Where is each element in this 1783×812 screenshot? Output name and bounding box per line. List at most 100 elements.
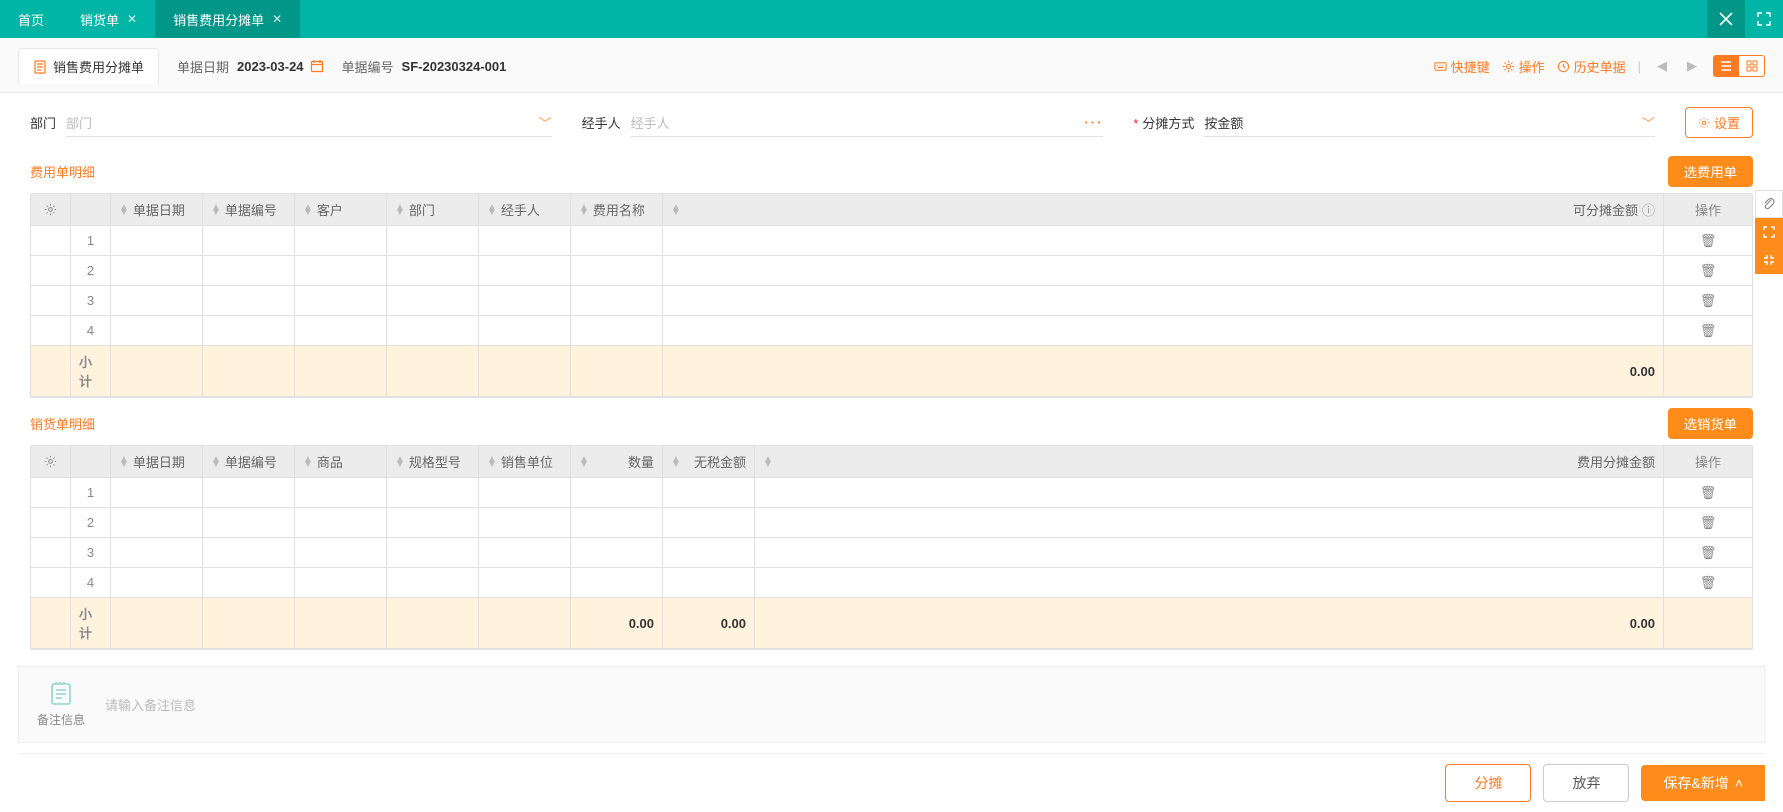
view-list-button[interactable] [1713,55,1739,77]
attachment-button[interactable] [1755,190,1783,218]
table-row[interactable]: 1🗑 [31,478,1752,508]
operations-label: 操作 [1519,57,1545,76]
tab-home-label: 首页 [18,10,44,29]
method-select[interactable]: 按金额 ﹀ [1204,109,1655,137]
date-value[interactable]: 2023-03-24 [237,59,304,74]
delete-icon[interactable]: 🗑 [1700,263,1717,279]
close-icon[interactable]: ✕ [127,12,137,26]
table-row[interactable]: 2🗑 [31,508,1752,538]
section-title: 费用单明细 [30,162,95,181]
config-header[interactable] [31,194,71,226]
col-handler[interactable]: ▲▼经手人 [479,194,571,226]
table-row[interactable]: 4🗑 [31,316,1752,346]
gear-icon [44,203,57,216]
calendar-icon[interactable] [310,59,324,73]
table-row[interactable]: 3🗑 [31,538,1752,568]
operations-button[interactable]: 操作 [1502,57,1545,76]
col-qty[interactable]: ▲▼数量 [571,446,663,478]
gear-icon [44,455,57,468]
close-all-button[interactable] [1707,0,1745,38]
chevron-up-icon: ˄ [1735,775,1743,791]
subtotal-label: 小计 [71,598,111,649]
shortcut-label: 快捷键 [1451,57,1490,76]
subtotal-label: 小计 [71,346,111,397]
dept-filter: 部门 部门 ﹀ [30,109,552,137]
config-header[interactable] [31,446,71,478]
remark-icon-column: 备注信息 [37,681,85,728]
dept-select[interactable]: 部门 ﹀ [66,109,552,137]
col-feename[interactable]: ▲▼费用名称 [571,194,663,226]
delete-icon[interactable]: 🗑 [1700,515,1717,531]
table-row[interactable]: 3🗑 [31,286,1752,316]
delete-icon[interactable]: 🗑 [1700,545,1717,561]
expand-button[interactable] [1755,218,1783,246]
settings-button[interactable]: 设置 [1685,107,1753,138]
sort-icon: ▲▼ [579,205,589,215]
table-row[interactable]: 1🗑 [31,226,1752,256]
help-icon[interactable]: ⓘ [1642,200,1655,219]
rownum-header [71,194,111,226]
form-title-tab: 销售费用分摊单 [18,48,159,84]
expense-detail-section: 费用单明细 选费用单 ▲▼单据日期 ▲▼单据编号 ▲▼客户 ▲▼部门 ▲▼经手人… [0,152,1783,404]
delete-icon[interactable]: 🗑 [1700,293,1717,309]
view-grid-button[interactable] [1739,55,1765,77]
handler-select[interactable]: 经手人 ··· [631,109,1104,137]
pick-expense-button[interactable]: 选费用单 [1668,156,1753,187]
tab-home[interactable]: 首页 [0,0,62,38]
expense-table: ▲▼单据日期 ▲▼单据编号 ▲▼客户 ▲▼部门 ▲▼经手人 ▲▼费用名称 ▲▼可… [30,193,1753,398]
sort-icon: ▲▼ [119,457,129,467]
col-spec[interactable]: ▲▼规格型号 [387,446,479,478]
tab-allocation-label: 销售费用分摊单 [173,10,264,29]
sort-icon: ▲▼ [119,205,129,215]
discard-button[interactable]: 放弃 [1543,764,1629,802]
tab-sales-order-label: 销货单 [80,10,119,29]
sort-icon: ▲▼ [763,457,773,467]
table-row[interactable]: 2🗑 [31,256,1752,286]
dept-label: 部门 [30,113,56,132]
dept-placeholder: 部门 [66,113,92,132]
side-toolbar [1755,190,1783,274]
col-product[interactable]: ▲▼商品 [295,446,387,478]
table-row[interactable]: 4🗑 [31,568,1752,598]
delete-icon[interactable]: 🗑 [1700,575,1717,591]
subtotal-row: 小计 0.00 0.00 0.00 [31,598,1752,649]
sort-icon: ▲▼ [671,457,681,467]
view-toggle [1713,55,1765,77]
keyboard-icon [1434,60,1447,73]
note-icon [48,681,74,707]
section-header: 费用单明细 选费用单 [30,156,1753,187]
col-customer[interactable]: ▲▼客户 [295,194,387,226]
history-button[interactable]: 历史单据 [1557,57,1626,76]
delete-icon[interactable]: 🗑 [1700,323,1717,339]
next-button[interactable]: ▶ [1683,58,1701,74]
col-allocatable[interactable]: ▲▼可分摊金额ⓘ [663,194,1664,226]
docno-value: SF-20230324-001 [402,59,507,74]
shortcut-button[interactable]: 快捷键 [1434,57,1490,76]
fullscreen-button[interactable] [1745,0,1783,38]
close-icon[interactable]: ✕ [272,12,282,26]
prev-button[interactable]: ◀ [1653,58,1671,74]
col-docno[interactable]: ▲▼单据编号 [203,446,295,478]
settings-label: 设置 [1714,113,1740,132]
delete-icon[interactable]: 🗑 [1700,485,1717,501]
save-new-button[interactable]: 保存&新增 ˄ [1641,765,1765,801]
delete-icon[interactable]: 🗑 [1700,233,1717,249]
remark-input[interactable]: 请输入备注信息 [105,695,1746,714]
pick-sales-button[interactable]: 选销货单 [1668,408,1753,439]
col-unit[interactable]: ▲▼销售单位 [479,446,571,478]
method-label: *分摊方式 [1133,113,1194,132]
sort-icon: ▲▼ [579,457,589,467]
handler-label: 经手人 [582,113,621,132]
col-dept[interactable]: ▲▼部门 [387,194,479,226]
tab-sales-order[interactable]: 销货单 ✕ [62,0,155,38]
col-date[interactable]: ▲▼单据日期 [111,446,203,478]
header-right: 快捷键 操作 历史单据 | ◀ ▶ [1434,55,1765,77]
tab-allocation[interactable]: 销售费用分摊单 ✕ [155,0,300,38]
allocate-button[interactable]: 分摊 [1445,764,1531,802]
col-alloc[interactable]: ▲▼费用分摊金额 [755,446,1664,478]
col-notax[interactable]: ▲▼无税金额 [663,446,755,478]
expand-icon [1762,225,1776,239]
collapse-button[interactable] [1755,246,1783,274]
col-docno[interactable]: ▲▼单据编号 [203,194,295,226]
col-date[interactable]: ▲▼单据日期 [111,194,203,226]
